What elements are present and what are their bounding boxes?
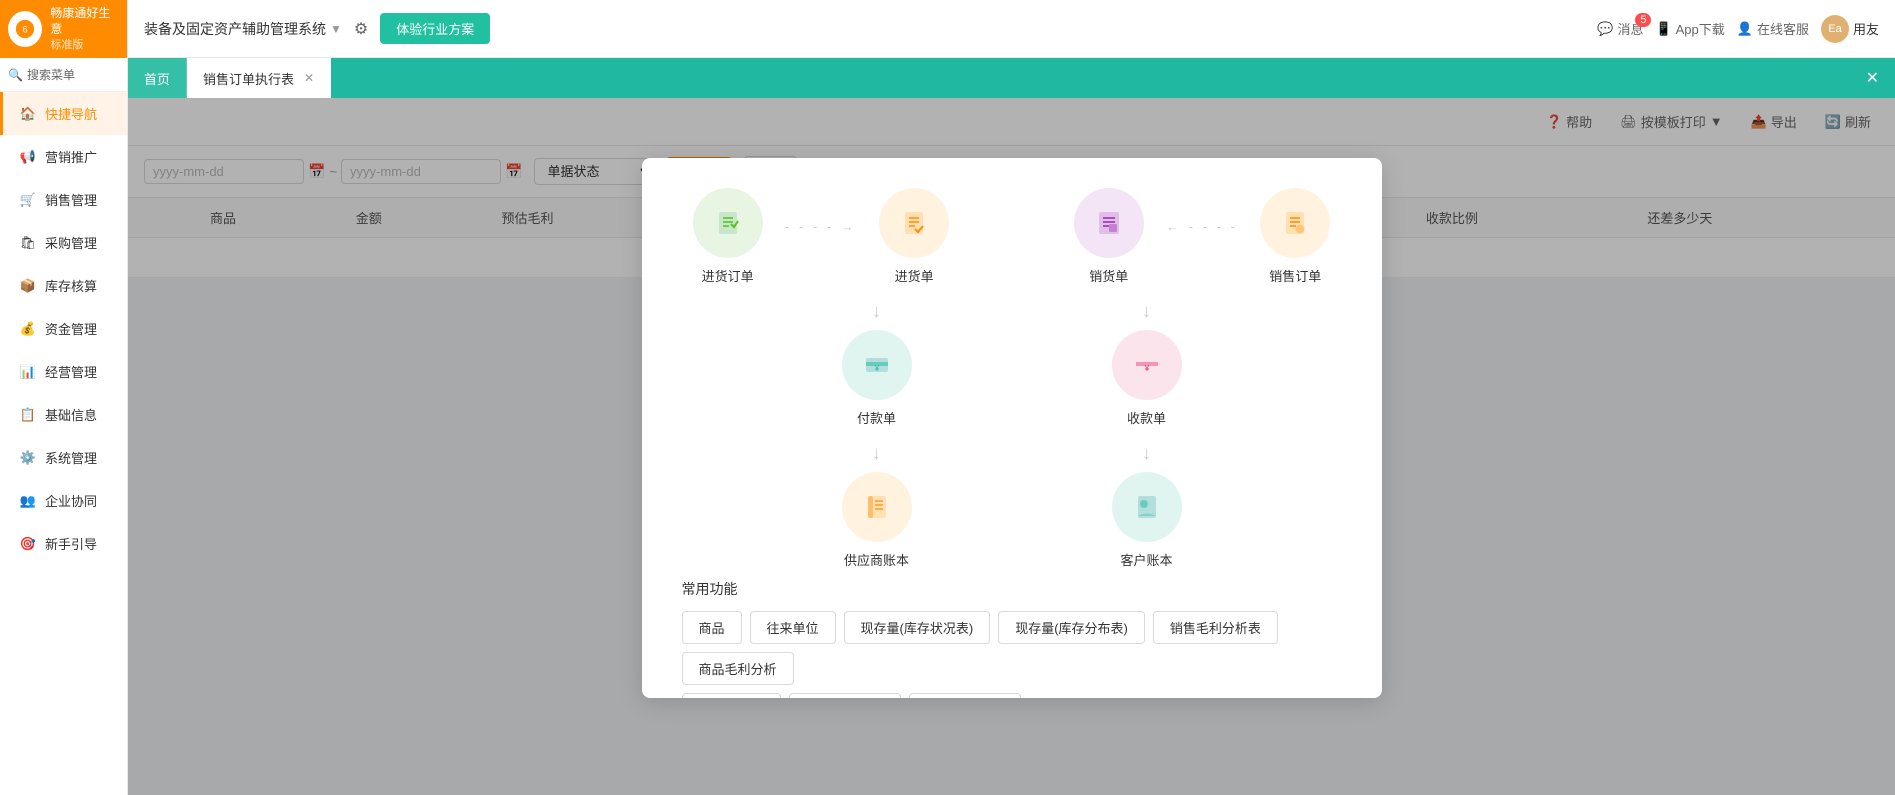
search-menu[interactable]: 🔍 搜索菜单 [0,58,127,92]
func-btn-sales-rank[interactable]: 销售排行榜 [682,693,781,698]
dropdown-arrow-icon: ▼ [330,22,342,36]
purchase-bill-icon [879,188,949,258]
gear-icon: ⚙️ [19,449,37,467]
box-icon: 📦 [19,277,37,295]
online-service-action[interactable]: 👤 在线客服 [1737,19,1809,38]
sidebar-nav: 🏠 快捷导航 📢 营销推广 🛒 销售管理 🛍 采购管理 📦 库存核算 💰 [0,92,127,795]
func-btn-stock-status[interactable]: 现存量(库存状况表) [844,611,991,644]
megaphone-icon: 📢 [19,148,37,166]
svg-text:6: 6 [23,25,28,35]
home-icon: 🏠 [19,105,37,123]
sidebar-item-operations[interactable]: 📊 经营管理 [0,350,127,393]
tabbar-close-button[interactable]: ✕ [1850,58,1895,98]
sales-order-icon [1260,188,1330,258]
func-btns-row2: 销售排行榜 收款情况统计 付款情况统计 [682,693,1342,698]
bag-icon: 🛍 [19,234,37,252]
sidebar-item-inventory[interactable]: 📦 库存核算 [0,264,127,307]
logo-sub: 标准版 [50,38,119,53]
modal-overlay[interactable]: 进货订单 - - - - → [128,98,1895,795]
money-icon: 💰 [19,320,37,338]
message-badge: 5 [1635,13,1651,27]
content-area: ❓ 帮助 🖨 按模板打印 ▼ 📤 导出 🔄 刷新 [128,98,1895,795]
service-icon: 👤 [1737,21,1753,37]
arrow-down-customer: ↓ [1142,443,1151,464]
func-btn-payment-stats[interactable]: 付款情况统计 [909,693,1021,698]
flow-node-receipt[interactable]: ¥ 收款单 [1112,330,1182,427]
search-icon: 🔍 [8,68,23,82]
supplier-ledger-icon [842,472,912,542]
flow-node-purchase-order[interactable]: 进货订单 [693,188,763,285]
func-btn-partner[interactable]: 往来单位 [750,611,836,644]
tabbar: 首页 销售订单执行表 ✕ ✕ [128,58,1895,98]
func-btn-receipt-stats[interactable]: 收款情况统计 [789,693,901,698]
flow-node-supplier-ledger[interactable]: 供应商账本 [842,472,912,569]
sidebar-item-quick-nav[interactable]: 🏠 快捷导航 [0,92,127,135]
system-title: 装备及固定资产辅助管理系统 [144,19,326,39]
guide-icon: 🎯 [19,535,37,553]
system-title-dropdown[interactable]: 装备及固定资产辅助管理系统 ▼ [144,19,342,39]
receipt-icon: ¥ [1112,330,1182,400]
quick-nav-modal: 进货订单 - - - - → [642,158,1382,698]
sidebar: 6 畅康通好生意 标准版 🔍 搜索菜单 🏠 快捷导航 📢 营销推广 🛒 [0,0,128,795]
svg-text:¥: ¥ [873,364,879,373]
flow-node-customer-ledger[interactable]: 客户账本 [1112,472,1182,569]
main-area: 装备及固定资产辅助管理系统 ▼ ⚙ 体验行业方案 💬 消息 5 📱 App下载 … [128,0,1895,795]
app-download-action[interactable]: 📱 App下载 [1655,19,1724,38]
col-payment: ↓ ¥ 付款单 [842,301,912,427]
info-icon: 📋 [19,406,37,424]
experience-button[interactable]: 体验行业方案 [380,13,490,44]
common-func-title: 常用功能 [682,579,1342,599]
col-receipt: ↓ ¥ 收款单 [1112,301,1182,427]
customer-ledger-icon [1112,472,1182,542]
avatar-circle: Ea [1821,15,1849,43]
tab-close-button[interactable]: ✕ [304,71,314,85]
sidebar-item-newbie[interactable]: 🎯 新手引导 [0,522,127,565]
phone-icon: 📱 [1655,21,1671,37]
sidebar-item-finance[interactable]: 💰 资金管理 [0,307,127,350]
flow-node-sales-bill[interactable]: 销货单 [1074,188,1144,285]
common-functions: 常用功能 商品 往来单位 现存量(库存状况表) 现存量(库存分布表) 销售毛利分… [682,579,1342,698]
topbar: 装备及固定资产辅助管理系统 ▼ ⚙ 体验行业方案 💬 消息 5 📱 App下载 … [128,0,1895,58]
cart-icon: 🛒 [19,191,37,209]
sidebar-item-sales[interactable]: 🛒 销售管理 [0,178,127,221]
svg-text:¥: ¥ [1143,364,1149,373]
sidebar-item-enterprise[interactable]: 👥 企业协同 [0,479,127,522]
flow-node-sales-order[interactable]: 销售订单 [1260,188,1330,285]
tab-sales-order[interactable]: 销售订单执行表 ✕ [187,58,331,98]
logo-icon: 6 [8,11,42,47]
arrow-down-payment: ↓ [872,301,881,322]
message-icon: 💬 [1597,21,1613,37]
settings-button[interactable]: ⚙ [354,19,368,39]
func-btn-product[interactable]: 商品 [682,611,742,644]
flow-node-payment[interactable]: ¥ 付款单 [842,330,912,427]
func-btns-row1: 商品 往来单位 现存量(库存状况表) 现存量(库存分布表) 销售毛利分析表 商品… [682,611,1342,685]
func-btn-product-profit[interactable]: 商品毛利分析 [682,652,794,685]
sidebar-item-marketing[interactable]: 📢 营销推广 [0,135,127,178]
purchase-order-icon [693,188,763,258]
arrow-sales: ← - - - - [1166,219,1238,254]
col-supplier-ledger: ↓ [842,443,912,569]
sidebar-item-basic-info[interactable]: 📋 基础信息 [0,393,127,436]
sidebar-item-purchase[interactable]: 🛍 采购管理 [0,221,127,264]
flow-node-purchase-bill[interactable]: 进货单 [879,188,949,285]
sales-bill-icon [1074,188,1144,258]
arrow-purchase: - - - - → [785,219,857,254]
chart-icon: 📊 [19,363,37,381]
flow-diagram: 进货订单 - - - - → [682,188,1342,569]
col-customer-ledger: ↓ 客户账本 [1112,443,1182,569]
func-btn-sales-profit[interactable]: 销售毛利分析表 [1153,611,1278,644]
user-avatar[interactable]: Ea 用友 [1821,15,1879,43]
arrow-down-receipt: ↓ [1142,301,1151,322]
sidebar-item-system[interactable]: ⚙️ 系统管理 [0,436,127,479]
sidebar-logo: 6 畅康通好生意 标准版 [0,0,127,58]
arrow-down-supplier: ↓ [872,443,881,464]
message-action[interactable]: 💬 消息 5 [1597,19,1643,38]
func-btn-stock-dist[interactable]: 现存量(库存分布表) [998,611,1145,644]
team-icon: 👥 [19,492,37,510]
payment-icon: ¥ [842,330,912,400]
logo-title: 畅康通好生意 [50,5,119,39]
tab-home[interactable]: 首页 [128,58,187,98]
